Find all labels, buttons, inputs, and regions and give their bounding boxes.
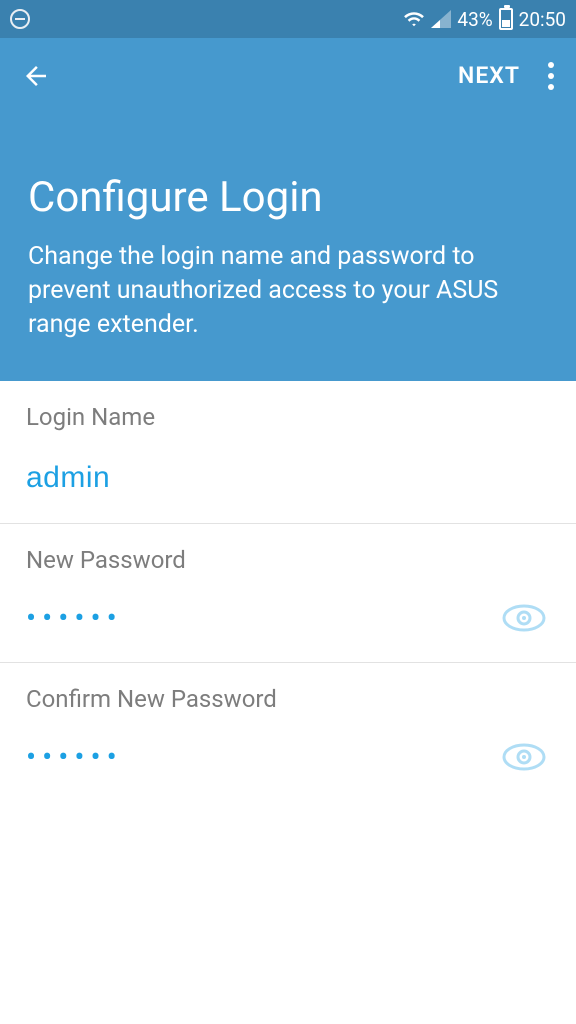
toggle-confirm-visibility-icon[interactable]: [502, 743, 546, 771]
back-button[interactable]: [18, 58, 54, 94]
new-password-label: New Password: [26, 546, 550, 574]
login-name-input[interactable]: [26, 461, 550, 495]
login-name-field: Login Name: [0, 381, 576, 524]
status-bar: 43% 20:50: [0, 0, 576, 38]
overflow-menu-button[interactable]: [544, 58, 558, 94]
confirm-password-input[interactable]: ••••••: [26, 743, 550, 773]
confirm-password-label: Confirm New Password: [26, 685, 550, 713]
signal-icon: [431, 10, 451, 28]
clock: 20:50: [519, 8, 566, 31]
wifi-icon: [403, 10, 425, 28]
app-bar: NEXT: [0, 38, 576, 113]
login-form: Login Name New Password •••••• Confirm N…: [0, 381, 576, 801]
battery-icon: [499, 8, 513, 30]
next-button[interactable]: NEXT: [458, 62, 520, 89]
login-name-label: Login Name: [26, 403, 550, 431]
new-password-field: New Password ••••••: [0, 524, 576, 663]
battery-percent: 43%: [457, 8, 492, 31]
page-header: Configure Login Change the login name an…: [0, 113, 576, 381]
do-not-disturb-icon: [10, 9, 30, 29]
toggle-password-visibility-icon[interactable]: [502, 604, 546, 632]
page-subtitle: Change the login name and password to pr…: [28, 240, 548, 341]
page-title: Configure Login: [28, 173, 548, 222]
new-password-input[interactable]: ••••••: [26, 604, 550, 634]
confirm-password-field: Confirm New Password ••••••: [0, 663, 576, 801]
